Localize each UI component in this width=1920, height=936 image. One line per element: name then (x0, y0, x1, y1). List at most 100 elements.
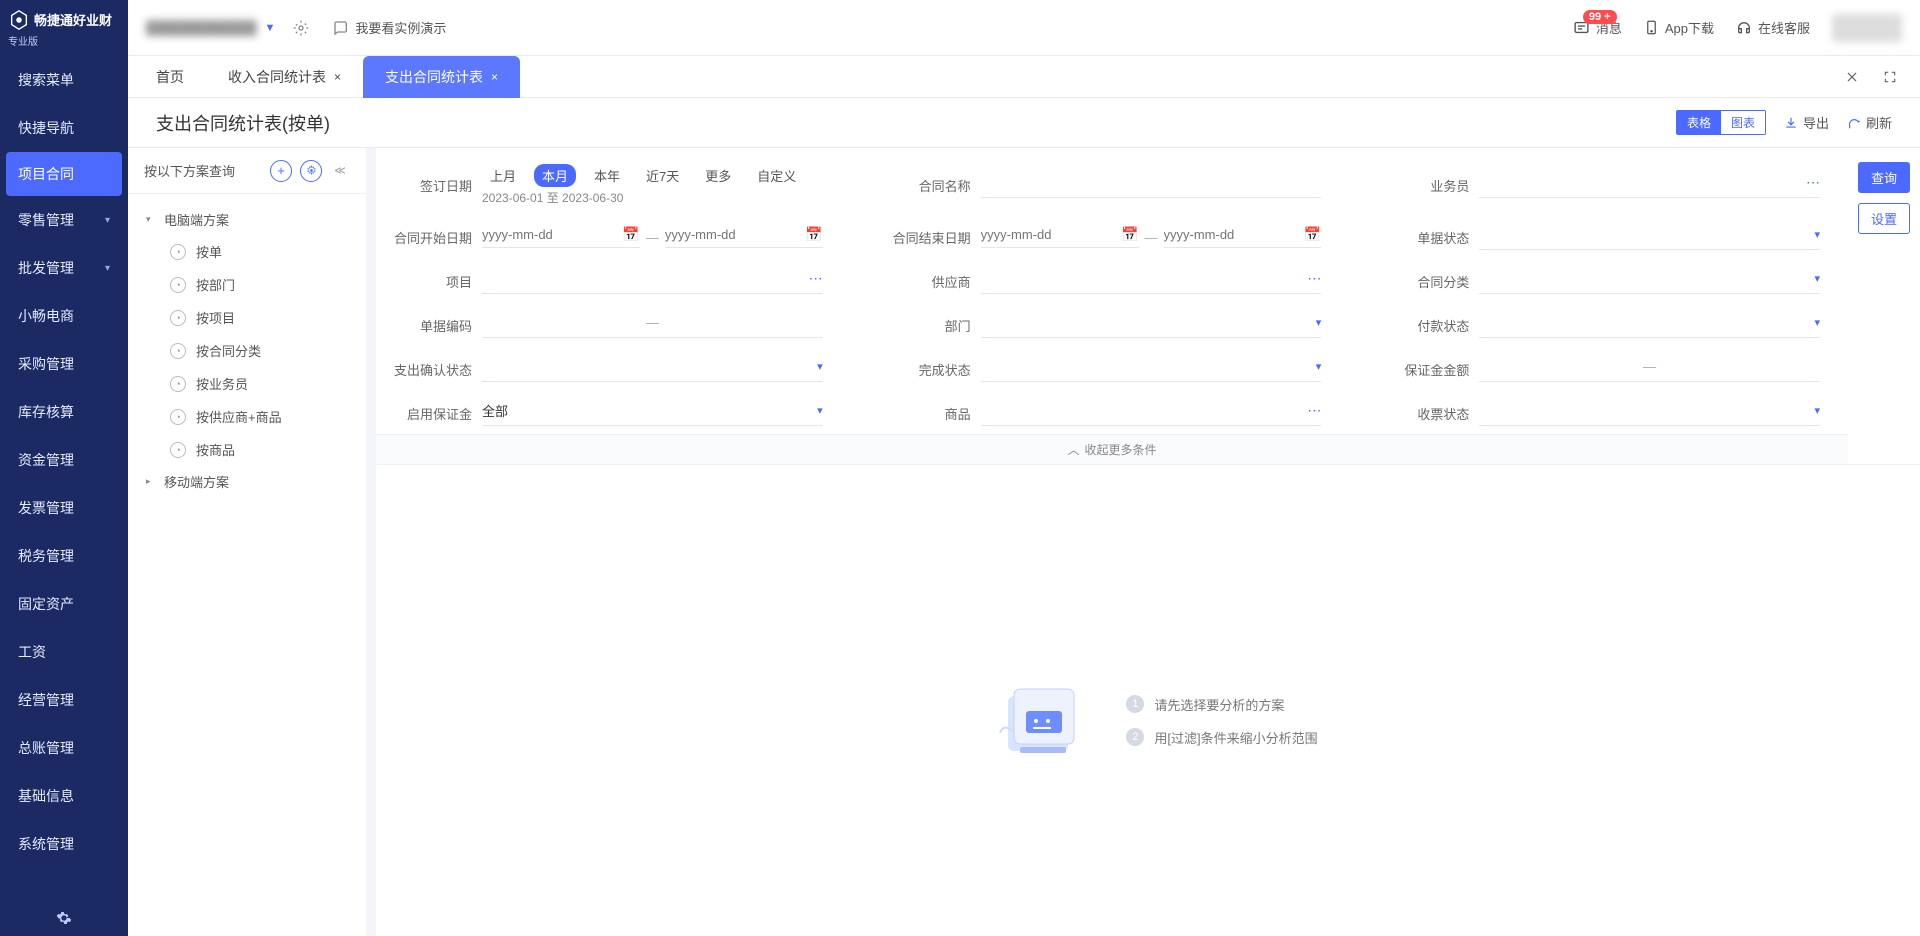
messages-button[interactable]: 99 + 消息 (1573, 18, 1622, 37)
menu-item[interactable]: 工资 (0, 628, 128, 676)
menu-item[interactable]: 库存核算 (0, 388, 128, 436)
salesman-input[interactable] (1479, 175, 1806, 190)
end-date-to[interactable] (1164, 227, 1304, 242)
tab[interactable]: 首页 (134, 56, 206, 98)
calendar-icon[interactable]: 📅 (1121, 226, 1138, 243)
complete-status-select[interactable]: ▾ (981, 356, 1322, 382)
more-icon[interactable]: ⋯ (1307, 270, 1321, 287)
menu-item[interactable]: 采购管理 (0, 340, 128, 388)
menu-item[interactable]: 快捷导航 (0, 104, 128, 152)
support-button[interactable]: 在线客服 (1736, 18, 1810, 37)
start-date-to[interactable] (665, 227, 805, 242)
date-shortcut[interactable]: 本月 (534, 164, 576, 187)
org-selector[interactable]: ████████████ ▼ (146, 20, 275, 35)
calendar-icon[interactable]: 📅 (805, 226, 822, 243)
date-shortcut[interactable]: 更多 (697, 164, 739, 187)
close-icon[interactable]: × (491, 70, 498, 84)
chevron-down-icon: ▾ (1814, 404, 1820, 417)
contract-name-input[interactable] (981, 175, 1322, 190)
title-row: 支出合同统计表(按单) 表格 图表 导出 刷新 (128, 98, 1920, 148)
scheme-tree: ▾电脑端方案◔按单◔按部门◔按项目◔按合同分类◔按业务员◔按供应商+商品◔按商品… (128, 194, 366, 507)
field-expense-status: 支出确认状态 ▾ (384, 356, 823, 382)
payment-status-select[interactable]: ▾ (1479, 312, 1820, 338)
chevron-down-icon: ▾ (1814, 316, 1820, 329)
start-date-from[interactable] (482, 227, 622, 242)
date-shortcut[interactable]: 自定义 (749, 164, 804, 187)
badge: 99 + (1583, 10, 1617, 24)
menu-item[interactable]: 搜索菜单 (0, 56, 128, 104)
fullscreen-icon[interactable] (1876, 63, 1904, 91)
settings-icon[interactable] (293, 20, 309, 36)
category-select[interactable]: ▾ (1479, 268, 1820, 294)
project-input[interactable] (482, 271, 809, 286)
content: 按以下方案查询 + ≪ ▾电脑端方案◔按单◔按部门◔按项目◔按合同分类◔按业务员… (128, 148, 1920, 936)
menu-item[interactable]: 税务管理 (0, 532, 128, 580)
app-download-button[interactable]: App下载 (1644, 18, 1714, 37)
menu-item[interactable]: 经营管理 (0, 676, 128, 724)
tree-group[interactable]: ▸移动端方案 (128, 466, 366, 497)
tree-item[interactable]: ◔按部门 (128, 268, 366, 301)
goods-input[interactable] (981, 403, 1308, 418)
date-shortcut[interactable]: 近7天 (638, 164, 687, 187)
field-doc-code: 单据编码 — (384, 312, 823, 338)
refresh-button[interactable]: 刷新 (1847, 113, 1892, 132)
enable-deposit-select[interactable]: 全部▾ (482, 400, 823, 426)
add-scheme-button[interactable]: + (270, 160, 292, 182)
scheme-settings-button[interactable] (300, 160, 322, 182)
export-button[interactable]: 导出 (1784, 113, 1829, 132)
collapse-filters-button[interactable]: ︿ 收起更多条件 (376, 434, 1848, 464)
scheme-item-icon: ◔ (170, 310, 186, 326)
more-icon[interactable]: ⋯ (809, 270, 823, 287)
menu-item[interactable]: 基础信息 (0, 772, 128, 820)
filter-settings-button[interactable]: 设置 (1858, 203, 1910, 234)
view-chart-btn[interactable]: 图表 (1721, 111, 1765, 134)
date-shortcut[interactable]: 上月 (482, 164, 524, 187)
more-icon[interactable]: ⋯ (1806, 174, 1820, 191)
logo: 畅捷通好业财 专业版 (0, 0, 128, 56)
calendar-icon[interactable]: 📅 (622, 226, 639, 243)
query-button[interactable]: 查询 (1858, 162, 1910, 193)
menu-item[interactable]: 项目合同 (6, 152, 122, 196)
supplier-input[interactable] (981, 271, 1308, 286)
tree-group[interactable]: ▾电脑端方案 (128, 204, 366, 235)
empty-state: 1请先选择要分析的方案 2用[过滤]条件来缩小分析范围 (376, 465, 1920, 936)
date-range-display: 2023-06-01 至 2023-06-30 (482, 189, 823, 206)
menu-item[interactable]: 批发管理▾ (0, 244, 128, 292)
dept-select[interactable]: ▾ (981, 312, 1322, 338)
tree-item[interactable]: ◔按供应商+商品 (128, 400, 366, 433)
view-table-btn[interactable]: 表格 (1677, 111, 1721, 134)
invoice-status-select[interactable]: ▾ (1479, 400, 1820, 426)
tab[interactable]: 支出合同统计表× (363, 56, 520, 98)
tree-item[interactable]: ◔按项目 (128, 301, 366, 334)
close-icon[interactable]: × (334, 70, 341, 84)
close-tabs-icon[interactable] (1838, 63, 1866, 91)
calendar-icon[interactable]: 📅 (1304, 226, 1321, 243)
demo-link[interactable]: 我要看实例演示 (333, 18, 446, 37)
chevron-down-icon: ▾ (817, 404, 823, 417)
tab[interactable]: 收入合同统计表× (206, 56, 363, 98)
tree-item[interactable]: ◔按业务员 (128, 367, 366, 400)
menu-item[interactable]: 系统管理 (0, 820, 128, 868)
avatar[interactable] (1832, 14, 1902, 42)
field-doc-status: 单据状态 ▾ (1381, 224, 1820, 250)
gear-icon[interactable] (56, 910, 72, 926)
date-shortcut[interactable]: 本年 (586, 164, 628, 187)
doc-status-select[interactable]: ▾ (1479, 224, 1820, 250)
menu-item[interactable]: 零售管理▾ (0, 196, 128, 244)
end-date-from[interactable] (981, 227, 1121, 242)
scheme-item-icon: ◔ (170, 442, 186, 458)
field-start-date: 合同开始日期 📅 — 📅 (384, 224, 823, 250)
tree-item[interactable]: ◔按商品 (128, 433, 366, 466)
menu-item[interactable]: 资金管理 (0, 436, 128, 484)
chevron-down-icon: ▾ (1814, 272, 1820, 285)
collapse-panel-button[interactable]: ≪ (330, 161, 350, 181)
menu-item[interactable]: 总账管理 (0, 724, 128, 772)
expense-status-select[interactable]: ▾ (482, 356, 823, 382)
menu-item[interactable]: 小畅电商 (0, 292, 128, 340)
more-icon[interactable]: ⋯ (1307, 402, 1321, 419)
tree-item[interactable]: ◔按合同分类 (128, 334, 366, 367)
menu-item[interactable]: 固定资产 (0, 580, 128, 628)
scheme-item-icon: ◔ (170, 277, 186, 293)
menu-item[interactable]: 发票管理 (0, 484, 128, 532)
tree-item[interactable]: ◔按单 (128, 235, 366, 268)
